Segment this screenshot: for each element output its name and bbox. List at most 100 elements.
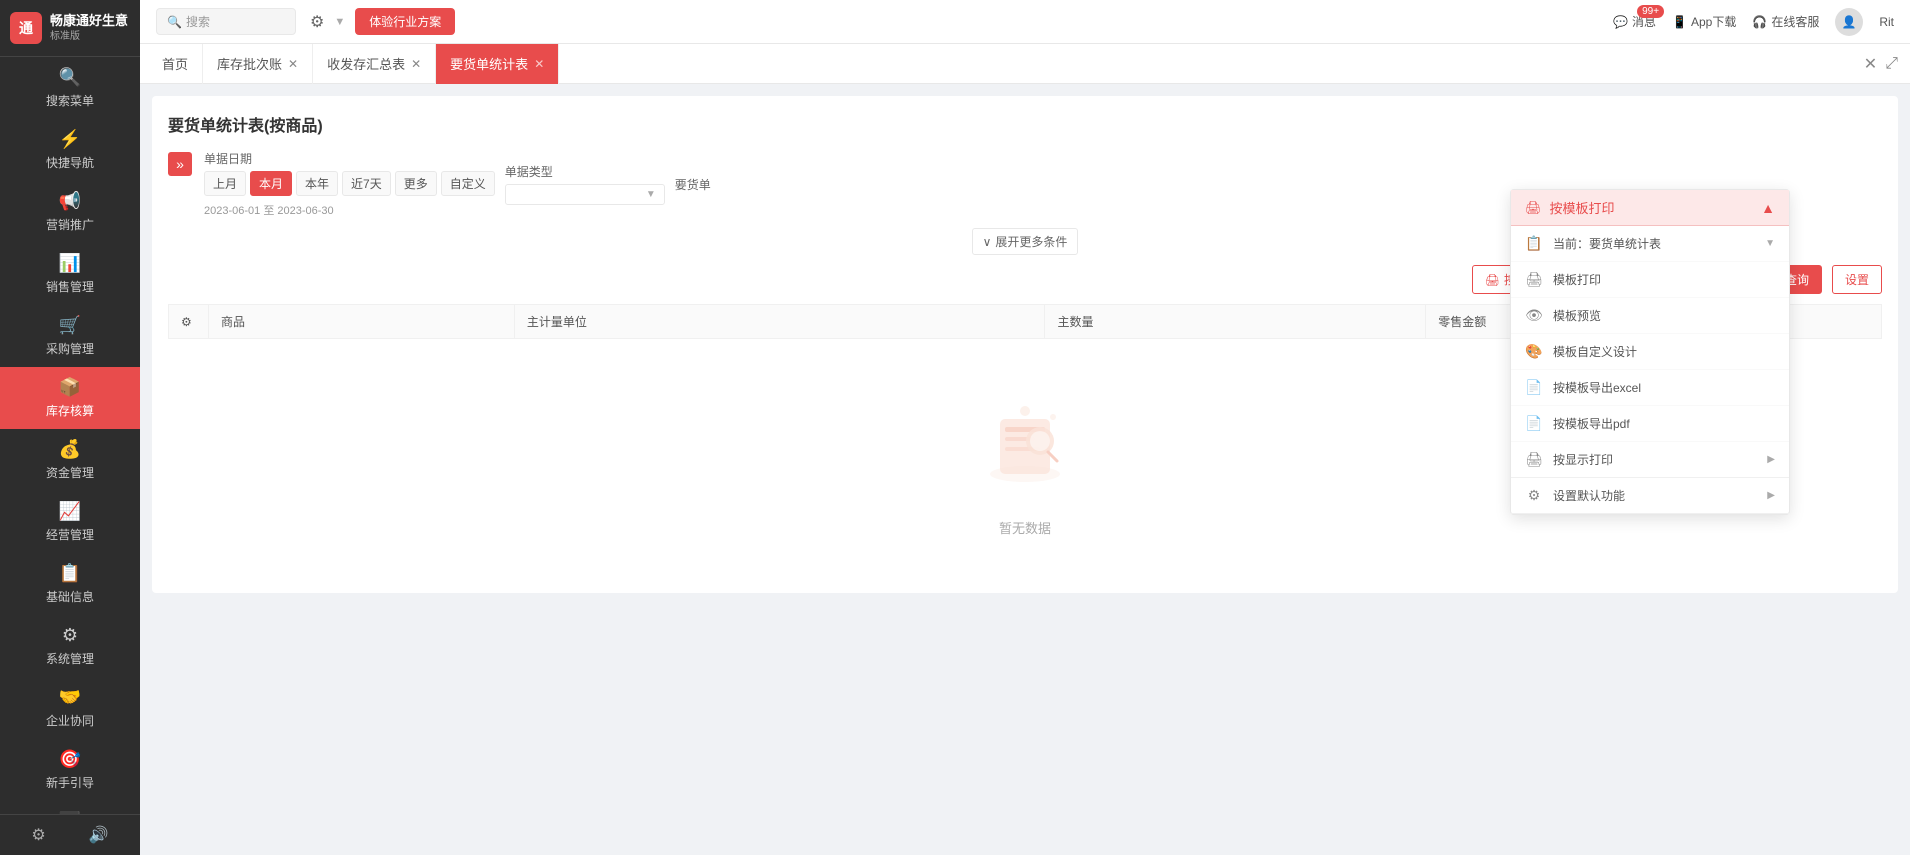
- close-all-icon[interactable]: ✕: [1864, 54, 1877, 74]
- chevron-down-icon[interactable]: ▼: [334, 16, 345, 28]
- messages-item[interactable]: 💬 消息 99+: [1613, 13, 1656, 30]
- sidebar-item-system[interactable]: ⚙ 系统管理: [0, 615, 140, 677]
- sidebar-item-search[interactable]: 🔍 搜索菜单: [0, 57, 140, 119]
- sidebar-item-guide[interactable]: 🎯 新手引导: [0, 739, 140, 801]
- template-design-label: 模板自定义设计: [1553, 343, 1637, 360]
- main-area: 🔍 搜索 ⚙ ▼ 体验行业方案 💬 消息 99+ 📱 App下载 🎧 在线客服 …: [140, 0, 1910, 855]
- date-prev-btn[interactable]: 上月: [204, 171, 246, 196]
- online-service-label: 在线客服: [1771, 13, 1819, 30]
- expand-conditions-btn[interactable]: ∨ 展开更多条件: [972, 228, 1079, 255]
- date-more-btn[interactable]: 更多: [395, 171, 437, 196]
- excel-icon: 📄: [1525, 379, 1543, 396]
- tab-receipt-summary[interactable]: 收发存汇总表 ✕: [313, 44, 436, 84]
- search-box[interactable]: 🔍 搜索: [156, 8, 296, 35]
- date-current-btn[interactable]: 本月: [250, 171, 292, 196]
- enterprise-icon: 🤝: [59, 687, 81, 708]
- date-custom-btn[interactable]: 自定义: [441, 171, 495, 196]
- expand-icon: ∨: [983, 235, 992, 249]
- template-excel-label: 按模板导出excel: [1553, 379, 1641, 396]
- home-label: 首页: [162, 54, 188, 73]
- sidebar-item-label: 快捷导航: [46, 154, 94, 171]
- empty-icon-svg: [975, 399, 1075, 489]
- message-badge: 99+: [1637, 5, 1664, 18]
- sidebar-item-label: 企业协同: [46, 712, 94, 729]
- empty-illustration: [975, 399, 1075, 506]
- settings-gear-icon[interactable]: ⚙: [310, 12, 324, 32]
- col-product: 商品: [209, 305, 515, 339]
- operation-icon: 📈: [59, 501, 81, 522]
- sidebar-item-enterprise[interactable]: 🤝 企业协同: [0, 677, 140, 739]
- settings-label: 设置: [1845, 271, 1869, 288]
- service-icon: 🎧: [1752, 15, 1767, 29]
- tab-close-icon[interactable]: ✕: [534, 57, 544, 71]
- date-range-text: 2023-06-01 至 2023-06-30: [204, 202, 495, 218]
- dropdown-display-print[interactable]: 🖨 按显示打印 ▶: [1511, 442, 1789, 478]
- sidebar-item-label: 经营管理: [46, 526, 94, 543]
- expand-icon[interactable]: ⤢: [1885, 55, 1898, 73]
- sidebar-item-appstore[interactable]: 🔲 应用中心: [0, 801, 140, 814]
- chevron-right-icon: ▶: [1767, 490, 1775, 501]
- tab-close-icon[interactable]: ✕: [411, 57, 421, 71]
- print-dropdown-menu: 🖨 按模板打印 ▲ 📋 当前：要货单统计表 ▼ 🖨 模板打印 👁 模板预览 🎨: [1510, 189, 1790, 515]
- sidebar-item-label: 基础信息: [46, 588, 94, 605]
- sidebar-item-purchase[interactable]: 🛒 采购管理: [0, 305, 140, 367]
- sidebar-item-basic[interactable]: 📋 基础信息: [0, 553, 140, 615]
- template-pdf-label: 按模板导出pdf: [1553, 415, 1630, 432]
- tab-order-stats[interactable]: 要货单统计表 ✕: [436, 44, 559, 84]
- experience-button[interactable]: 体验行业方案: [355, 8, 455, 35]
- search-placeholder: 搜索: [186, 13, 210, 30]
- chevron-right-icon: ▶: [1767, 454, 1775, 465]
- sidebar-settings-icon[interactable]: ⚙: [31, 825, 45, 845]
- finance-icon: 💰: [59, 439, 81, 460]
- dropdown-default-func[interactable]: ⚙ 设置默认功能 ▶: [1511, 478, 1789, 514]
- sidebar-item-operation[interactable]: 📈 经营管理: [0, 491, 140, 553]
- content-area: 要货单统计表(按商品) » 单据日期 上月 本月 本年 近7天 更多: [140, 84, 1910, 855]
- dropdown-template-preview[interactable]: 👁 模板预览: [1511, 298, 1789, 334]
- col-unit: 主计量单位: [514, 305, 1045, 339]
- search-icon: 🔍: [59, 67, 81, 88]
- tab-label: 库存批次账: [217, 54, 282, 73]
- basic-icon: 📋: [59, 563, 81, 584]
- dropdown-current-item[interactable]: 📋 当前：要货单统计表 ▼: [1511, 226, 1789, 262]
- app-download-item[interactable]: 📱 App下载: [1672, 13, 1736, 30]
- preview-icon: 👁: [1525, 307, 1543, 324]
- filter-toggle-button[interactable]: »: [168, 152, 192, 176]
- date-label: 单据日期: [204, 150, 495, 167]
- sidebar-item-label: 系统管理: [46, 650, 94, 667]
- col-settings[interactable]: ⚙: [169, 305, 209, 339]
- sidebar-item-finance[interactable]: 💰 资金管理: [0, 429, 140, 491]
- purchase-icon: 🛒: [59, 315, 81, 336]
- online-service-item[interactable]: 🎧 在线客服: [1752, 13, 1819, 30]
- date-year-btn[interactable]: 本年: [296, 171, 338, 196]
- dropdown-template-excel[interactable]: 📄 按模板导出excel: [1511, 370, 1789, 406]
- user-avatar[interactable]: 👤: [1835, 8, 1863, 36]
- type-select[interactable]: ▼: [505, 184, 665, 205]
- sidebar-item-marketing[interactable]: 📢 营销推广: [0, 181, 140, 243]
- sidebar-item-quick-nav[interactable]: ⚡ 快捷导航: [0, 119, 140, 181]
- printer-icon: 🖨: [1485, 273, 1500, 287]
- tab-inventory-batch[interactable]: 库存批次账 ✕: [203, 44, 313, 84]
- display-print-label: 按显示打印: [1553, 451, 1613, 468]
- sidebar-speaker-icon[interactable]: 🔊: [89, 825, 109, 845]
- settings-button[interactable]: 设置: [1832, 265, 1882, 294]
- dropdown-template-pdf[interactable]: 📄 按模板导出pdf: [1511, 406, 1789, 442]
- tab-close-icon[interactable]: ✕: [288, 57, 298, 71]
- app-version: 标准版: [50, 30, 128, 44]
- logo-icon: 通: [10, 12, 42, 44]
- sidebar-item-inventory[interactable]: 📦 库存核算: [0, 367, 140, 429]
- dropdown-template-design[interactable]: 🎨 模板自定义设计: [1511, 334, 1789, 370]
- tabs-right-actions: ✕ ⤢: [1864, 54, 1910, 74]
- date-week7-btn[interactable]: 近7天: [342, 171, 391, 196]
- inventory-icon: 📦: [59, 377, 81, 398]
- date-field-group: 单据日期 上月 本月 本年 近7天 更多 自定义 2023-06-01 至 20…: [204, 150, 495, 218]
- chevron-right-icon: »: [176, 156, 184, 172]
- tab-home[interactable]: 首页: [148, 44, 203, 84]
- tabs-bar: 首页 库存批次账 ✕ 收发存汇总表 ✕ 要货单统计表 ✕ ✕ ⤢: [140, 44, 1910, 84]
- dropdown-close-icon[interactable]: ▲: [1761, 200, 1775, 216]
- sidebar-item-sales[interactable]: 📊 销售管理: [0, 243, 140, 305]
- dropdown-header: 🖨 按模板打印 ▲: [1511, 190, 1789, 226]
- current-label: 当前：要货单统计表: [1553, 235, 1661, 252]
- tab-label: 要货单统计表: [450, 54, 528, 73]
- dropdown-template-print[interactable]: 🖨 模板打印: [1511, 262, 1789, 298]
- empty-text: 暂无数据: [999, 518, 1051, 537]
